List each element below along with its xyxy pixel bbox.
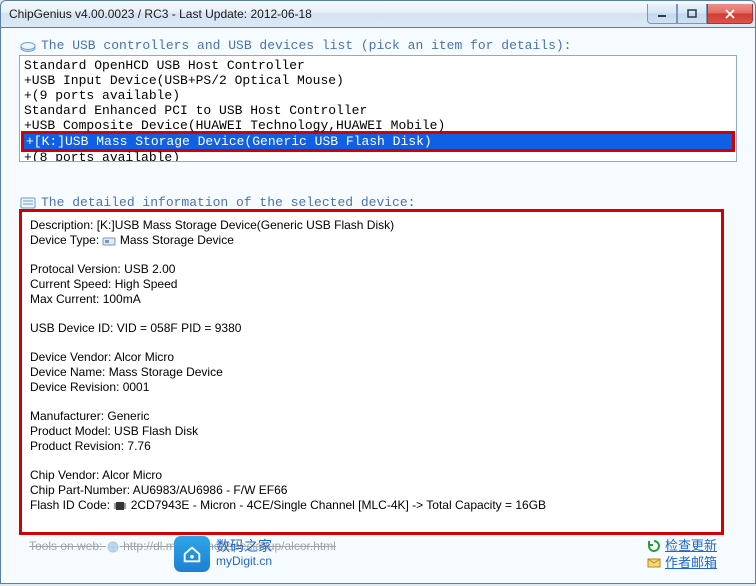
label-devname: Device Name: [30,365,109,379]
check-update-link[interactable]: 检查更新 [647,537,717,554]
brand-cn: 数码之家 [216,539,272,554]
value-flash: 2CD7943E - Micron - 4CE/Single Channel [… [131,498,546,512]
value-devname: Mass Storage Device [109,365,223,379]
value-description: [K:]USB Mass Storage Device(Generic USB … [97,218,394,232]
label-devrev: Device Revision: [30,380,123,394]
label-vendor: Device Vendor: [30,350,114,364]
value-mfg: Generic [107,409,149,423]
footer-links: 检查更新 作者邮箱 [647,537,717,571]
usb-list-icon [19,39,37,53]
refresh-icon [647,539,661,553]
author-mail-text: 作者邮箱 [665,554,717,571]
value-devrev: 0001 [123,380,150,394]
window-controls [647,4,753,24]
value-usbid: VID = 058F PID = 9380 [117,321,242,335]
label-model: Product Model: [30,424,114,438]
label-speed: Current Speed: [30,277,115,291]
details-icon [19,196,37,210]
mail-icon [647,556,661,570]
value-device-type: Mass Storage Device [120,233,234,247]
device-row-selected[interactable]: +[K:]USB Mass Storage Device(Generic USB… [24,134,732,149]
label-mfg: Manufacturer: [30,409,107,423]
label-maxcur: Max Current: [30,292,103,306]
device-list[interactable]: Standard OpenHCD USB Host Controller +US… [19,55,737,162]
label-chipv: Chip Vendor: [30,468,102,482]
value-protocol: USB 2.00 [124,262,175,276]
device-row[interactable]: +(9 ports available) [24,88,732,103]
value-vendor: Alcor Micro [114,350,174,364]
label-device-type: Device Type: [30,233,102,247]
details-section: The detailed information of the selected… [19,192,737,553]
value-prodrev: 7.76 [127,439,150,453]
device-list-header-text: The USB controllers and USB devices list… [41,38,572,53]
device-row[interactable]: Standard Enhanced PCI to USB Host Contro… [24,103,732,118]
check-update-text: 检查更新 [665,537,717,554]
value-model: USB Flash Disk [114,424,198,438]
close-button[interactable] [707,4,753,24]
storage-icon [102,235,116,247]
brand-logo-icon [174,536,210,572]
label-usbid: USB Device ID: [30,321,117,335]
titlebar: ChipGenius v4.00.0023 / RC3 - Last Updat… [0,0,756,28]
minimize-button[interactable] [647,4,677,24]
window-body: The USB controllers and USB devices list… [0,28,756,584]
close-icon [724,9,736,19]
label-protocol: Protocal Version: [30,262,124,276]
device-list-header: The USB controllers and USB devices list… [19,38,737,53]
window-title: ChipGenius v4.00.0023 / RC3 - Last Updat… [9,7,647,21]
label-flash: Flash ID Code: [30,498,113,512]
device-row[interactable]: Standard OpenHCD USB Host Controller [24,58,732,73]
footer: 数码之家 myDigit.cn 检查更新 作者邮箱 [19,533,737,575]
brand-en: myDigit.cn [216,554,272,569]
maximize-icon [686,9,698,19]
chip-icon [113,500,127,512]
details-header: The detailed information of the selected… [19,195,737,210]
highlight-annotation-top: +[K:]USB Mass Storage Device(Generic USB… [21,131,735,152]
label-chippn: Chip Part-Number: [30,483,133,497]
value-chippn: AU6983/AU6986 - F/W EF66 [133,483,288,497]
details-panel[interactable]: Description: [K:]USB Mass Storage Device… [19,209,724,535]
value-chipv: Alcor Micro [102,468,162,482]
label-prodrev: Product Revision: [30,439,127,453]
value-speed: High Speed [115,277,178,291]
brand-block[interactable]: 数码之家 myDigit.cn [174,536,272,572]
details-header-text: The detailed information of the selected… [41,195,415,210]
device-row[interactable]: +USB Input Device(USB+PS/2 Optical Mouse… [24,73,732,88]
label-description: Description: [30,218,97,232]
minimize-icon [656,9,668,19]
author-mail-link[interactable]: 作者邮箱 [647,554,717,571]
maximize-button[interactable] [677,4,707,24]
device-row[interactable]: +(8 ports available) [24,150,732,162]
value-maxcur: 100mA [103,292,141,306]
